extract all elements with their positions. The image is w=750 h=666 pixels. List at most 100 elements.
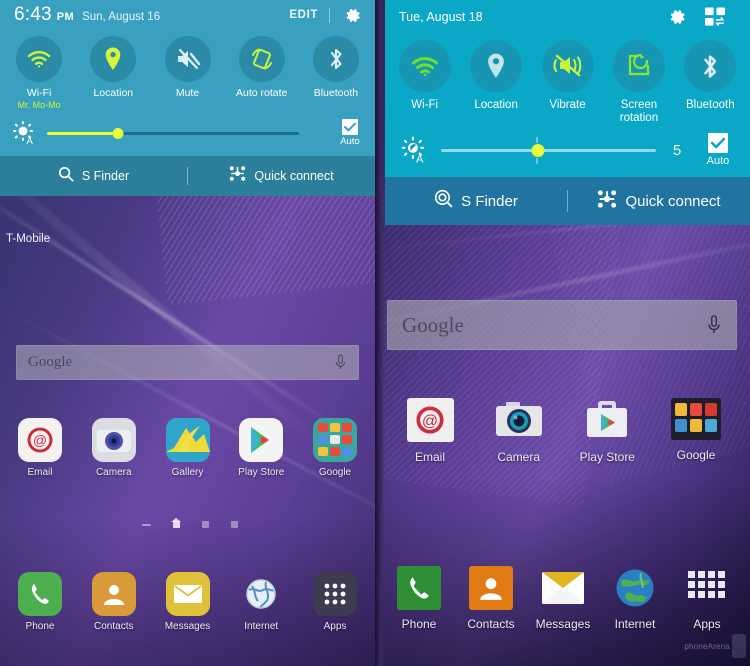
s-finder-button[interactable]: S Finder	[385, 189, 567, 213]
auto-checkbox[interactable]	[708, 133, 728, 153]
email-icon: @	[406, 398, 454, 442]
quick-connect-icon	[229, 165, 246, 187]
toggle-label: Location	[474, 99, 518, 111]
gear-icon[interactable]	[341, 4, 363, 26]
wifi-ssid: Mr. Mo-Mo	[17, 100, 61, 110]
toggle-location[interactable]: Location	[76, 36, 150, 110]
page-dot[interactable]	[231, 521, 238, 528]
carrier-label: T-Mobile	[6, 233, 51, 245]
toggle-auto-rotate[interactable]: Auto rotate	[225, 36, 299, 110]
camera-icon	[91, 418, 136, 462]
dock-internet[interactable]: Internet	[229, 572, 293, 632]
app-google-folder[interactable]: Google	[303, 418, 367, 478]
dock-messages[interactable]: Messages	[156, 572, 220, 632]
quick-connect-button[interactable]: Quick connect	[188, 165, 375, 187]
auto-brightness-toggle[interactable]: Auto	[333, 119, 367, 147]
brightness-auto-icon: A	[399, 135, 429, 165]
page-dot[interactable]	[142, 523, 151, 526]
clock-time: 6:43	[14, 4, 52, 25]
left-phone-screen: T-Mobile Google @ Email Camera Gallery P…	[0, 0, 375, 666]
google-folder-icon	[670, 398, 721, 440]
dock-apps[interactable]: Apps	[303, 572, 367, 632]
gear-icon[interactable]	[666, 6, 688, 28]
app-label: Contacts	[467, 617, 515, 631]
divider	[329, 7, 330, 23]
right-phone-screen: Google @ Email Camera Play Store Google …	[375, 0, 750, 666]
dock-apps[interactable]: Apps	[673, 566, 741, 631]
app-label: Email	[27, 467, 53, 478]
app-label: Gallery	[171, 467, 204, 478]
search-icon	[58, 166, 74, 187]
slider-thumb[interactable]	[112, 127, 124, 139]
brightness-slider[interactable]	[441, 136, 656, 164]
phone-icon	[18, 572, 62, 616]
toggle-bluetooth[interactable]: Bluetooth	[299, 36, 373, 110]
google-search-bar[interactable]: Google	[387, 300, 737, 350]
quick-settings-grid-icon[interactable]	[704, 6, 726, 28]
slider-thumb[interactable]	[531, 136, 545, 164]
toggle-label: Wi-Fi	[26, 87, 52, 99]
microphone-icon[interactable]	[706, 314, 722, 336]
messages-icon	[540, 566, 586, 610]
home-app-row: @ Email Camera	[393, 398, 733, 464]
brightness-slider[interactable]	[47, 123, 299, 143]
dock-internet[interactable]: Internet	[601, 566, 669, 631]
edit-button[interactable]: EDIT	[289, 9, 318, 21]
toggle-mute[interactable]: Mute	[150, 36, 224, 110]
google-search-bar[interactable]: Google	[16, 345, 359, 380]
microphone-icon[interactable]	[334, 354, 347, 371]
toggle-location[interactable]: Location	[460, 40, 531, 125]
search-input[interactable]: Google	[402, 313, 706, 338]
quick-settings-shade-right: Tue, August 18 Wi-Fi Location Vibrate Sc…	[385, 0, 750, 225]
camera-icon	[494, 398, 544, 442]
app-label: Play Store	[579, 450, 635, 464]
auto-checkbox[interactable]	[342, 119, 358, 135]
location-pin-icon	[470, 40, 523, 92]
svg-text:@: @	[422, 413, 438, 430]
page-dot-home[interactable]	[171, 518, 181, 528]
app-email[interactable]: @ Email	[8, 418, 72, 478]
shade-footer: S Finder Quick connect	[0, 156, 375, 196]
dock-contacts[interactable]: Contacts	[457, 566, 525, 631]
toggle-label: Bluetooth	[686, 99, 735, 111]
bluetooth-icon	[684, 40, 737, 92]
toggle-bluetooth[interactable]: Bluetooth	[675, 40, 746, 125]
dock-messages[interactable]: Messages	[529, 566, 597, 631]
app-google-folder[interactable]: Google	[659, 398, 733, 464]
app-label: Phone	[401, 617, 437, 631]
toggle-screen-rotation[interactable]: Screen rotation	[603, 40, 674, 125]
quick-connect-button[interactable]: Quick connect	[568, 189, 750, 214]
gallery-icon	[165, 418, 210, 462]
page-indicator	[142, 518, 238, 528]
toggle-wifi[interactable]: Wi-Fi	[389, 40, 460, 125]
watermark-text: phoneArena	[684, 641, 730, 651]
play-store-icon	[583, 398, 631, 442]
app-email[interactable]: @ Email	[393, 398, 467, 464]
toggle-wifi[interactable]: Wi-Fi Mr. Mo-Mo	[2, 36, 76, 110]
dock-phone[interactable]: Phone	[8, 572, 72, 632]
app-camera[interactable]: Camera	[482, 398, 556, 464]
internet-icon	[239, 572, 283, 616]
toggle-vibrate[interactable]: Vibrate	[532, 40, 603, 125]
app-gallery[interactable]: Gallery	[156, 418, 220, 478]
app-camera[interactable]: Camera	[82, 418, 146, 478]
mute-icon	[164, 36, 211, 82]
s-finder-button[interactable]: S Finder	[0, 166, 187, 187]
comparison-stage: T-Mobile Google @ Email Camera Gallery P…	[0, 0, 750, 666]
dock-contacts[interactable]: Contacts	[82, 572, 146, 632]
play-store-icon	[239, 418, 284, 462]
auto-brightness-toggle[interactable]: Auto	[698, 133, 738, 167]
app-play-store[interactable]: Play Store	[570, 398, 644, 464]
shade-header: 6:43 PM Sun, August 16 EDIT	[0, 0, 375, 30]
search-input[interactable]: Google	[28, 354, 334, 371]
shade-footer: S Finder Quick connect	[385, 177, 750, 225]
app-label: Internet	[614, 617, 656, 631]
watermark: phoneArena	[684, 634, 746, 658]
svg-text:A: A	[416, 153, 424, 164]
phone-icon	[397, 566, 441, 610]
dock-phone[interactable]: Phone	[385, 566, 453, 631]
contacts-icon	[91, 572, 136, 616]
page-dot[interactable]	[202, 521, 209, 528]
app-play-store[interactable]: Play Store	[229, 418, 293, 478]
wifi-icon	[398, 40, 451, 92]
